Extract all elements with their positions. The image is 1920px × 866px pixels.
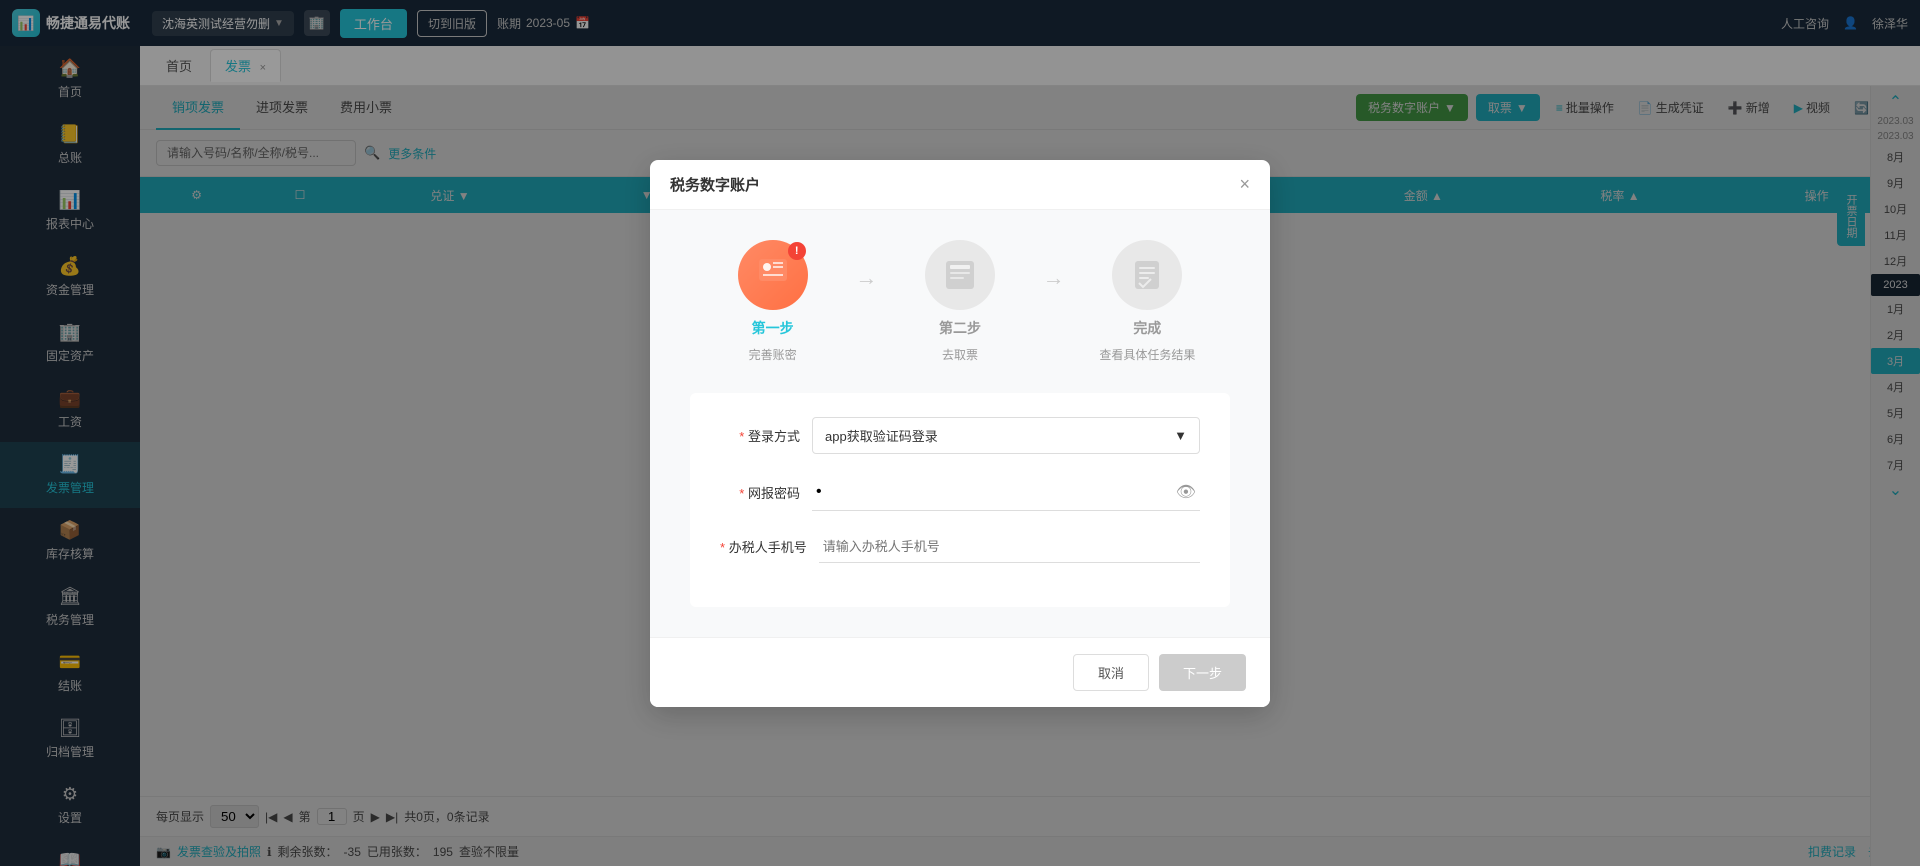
login-method-label: * 登录方式 xyxy=(720,426,800,445)
step-3: 完成 查看具体任务结果 xyxy=(1065,240,1230,363)
step-2-icon xyxy=(925,240,995,310)
step-arrow-1: → xyxy=(855,240,877,291)
phone-required-mark: * xyxy=(720,540,725,555)
step-1-error-badge: ! xyxy=(788,242,806,260)
phone-row: * 办税人手机号 xyxy=(720,531,1200,563)
login-method-row: * 登录方式 app获取验证码登录 ▼ xyxy=(720,417,1200,454)
modal-body: ! 第一步 完善账密 → xyxy=(650,210,1270,637)
cancel-button[interactable]: 取消 xyxy=(1073,654,1149,691)
step-2-label: 第二步 xyxy=(939,318,981,338)
login-required-mark: * xyxy=(739,429,744,444)
step-2: 第二步 去取票 xyxy=(877,240,1042,363)
modal-title: 税务数字账户 xyxy=(670,174,760,195)
login-method-dropdown-icon: ▼ xyxy=(1174,428,1187,443)
form-section: * 登录方式 app获取验证码登录 ▼ * 网报密码 xyxy=(690,393,1230,607)
step-1-icon: ! xyxy=(738,240,808,310)
step-1-sublabel: 完善账密 xyxy=(749,346,797,363)
modal-close-button[interactable]: × xyxy=(1239,175,1250,193)
step-2-sublabel: 去取票 xyxy=(942,346,978,363)
step-arrow-2: → xyxy=(1043,240,1065,291)
steps-container: ! 第一步 完善账密 → xyxy=(690,240,1230,363)
modal-header: 税务数字账户 × xyxy=(650,160,1270,210)
tax-account-modal: 税务数字账户 × xyxy=(650,160,1270,707)
modal-footer: 取消 下一步 xyxy=(650,637,1270,707)
phone-label: * 办税人手机号 xyxy=(720,537,807,556)
password-input[interactable] xyxy=(816,483,1176,501)
step-3-icon xyxy=(1112,240,1182,310)
password-input-container: 👁 xyxy=(812,474,1200,511)
modal-overlay: 税务数字账户 × xyxy=(0,0,1920,866)
password-required-mark: * xyxy=(739,486,744,501)
step-1-label: 第一步 xyxy=(752,318,794,338)
login-method-select[interactable]: app获取验证码登录 ▼ xyxy=(812,417,1200,454)
phone-input[interactable] xyxy=(819,531,1200,563)
password-label: * 网报密码 xyxy=(720,483,800,502)
next-button[interactable]: 下一步 xyxy=(1159,654,1246,691)
step-3-sublabel: 查看具体任务结果 xyxy=(1099,346,1195,363)
login-method-value: app获取验证码登录 xyxy=(825,426,938,445)
password-row: * 网报密码 👁 xyxy=(720,474,1200,511)
password-toggle-icon[interactable]: 👁 xyxy=(1176,482,1196,502)
step-3-label: 完成 xyxy=(1133,318,1161,338)
step-1-icon-glyph xyxy=(755,253,791,296)
step-1: ! 第一步 完善账密 xyxy=(690,240,855,363)
